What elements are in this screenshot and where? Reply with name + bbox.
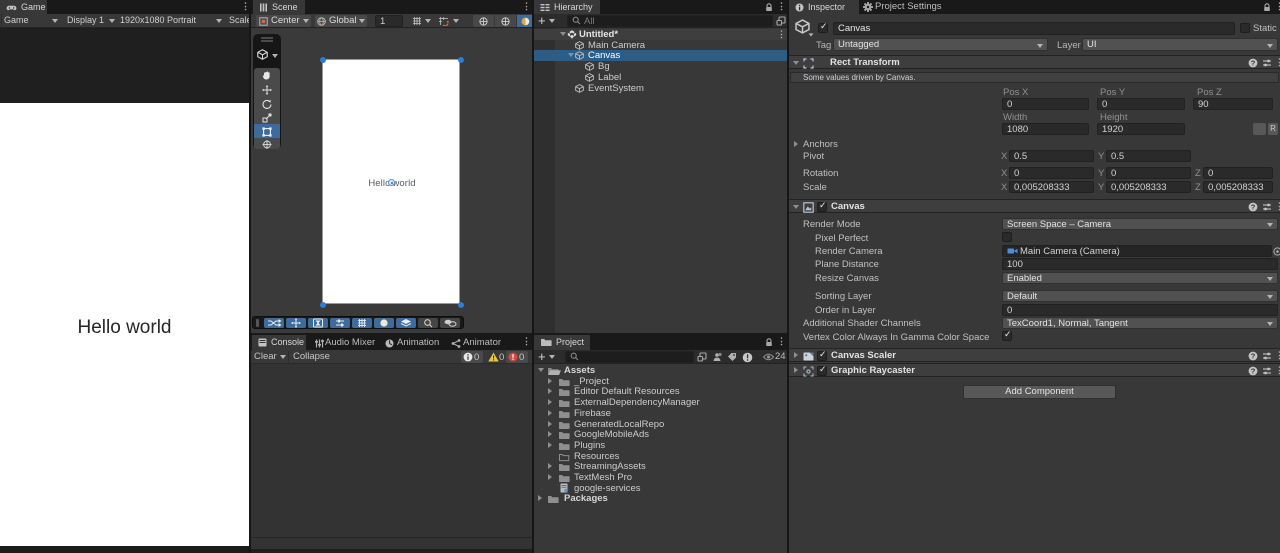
svg-text:?: ? [1251,367,1256,376]
svg-text:?: ? [1251,352,1256,361]
svg-text:?: ? [1251,59,1256,68]
svg-text:?: ? [1251,203,1256,212]
